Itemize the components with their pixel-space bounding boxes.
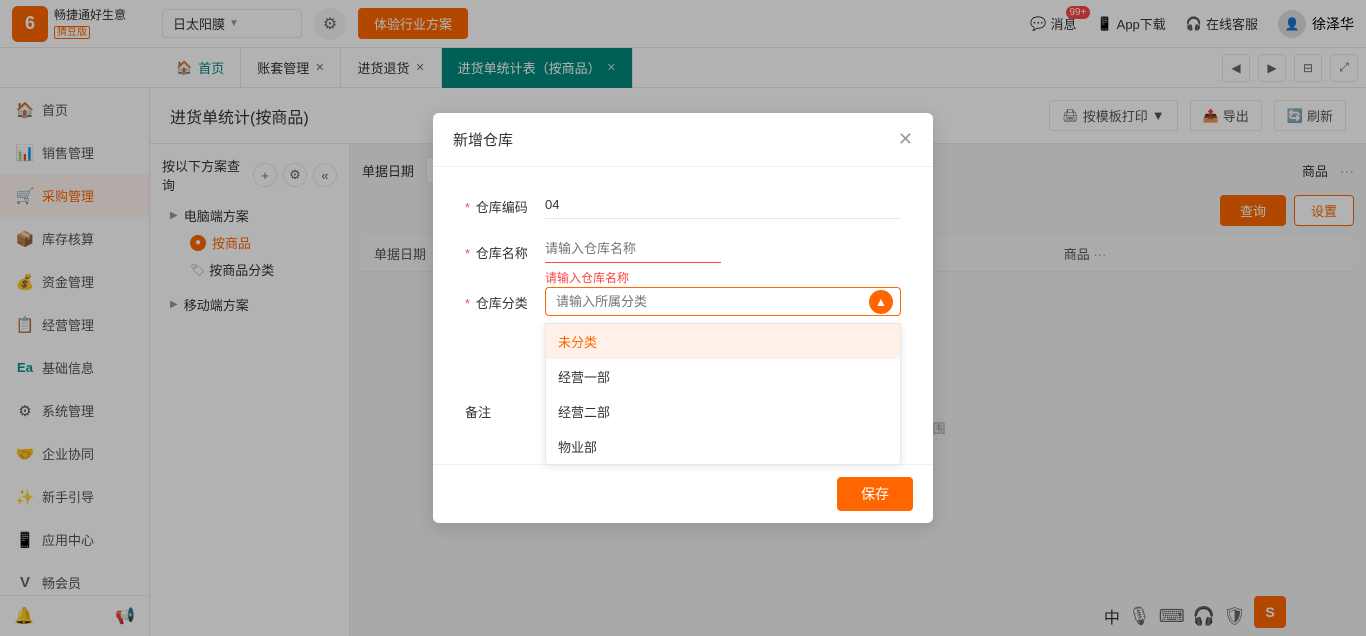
category-input[interactable] — [545, 287, 901, 316]
code-form-row: * 仓库编码 — [465, 191, 901, 219]
code-label: * 仓库编码 — [465, 191, 545, 216]
name-error-msg: 请输入仓库名称 — [545, 269, 629, 286]
modal-title: 新增仓库 — [453, 129, 513, 150]
category-dropdown-icon[interactable]: ▲ — [869, 290, 893, 314]
code-input[interactable] — [545, 191, 901, 219]
dropdown-item-unclassified[interactable]: 未分类 — [546, 324, 900, 359]
name-input-wrapper — [545, 235, 721, 263]
category-label: * 仓库分类 — [465, 287, 545, 312]
new-warehouse-modal: 新增仓库 ✕ * 仓库编码 * 仓库名称 — [433, 113, 933, 523]
modal-header: 新增仓库 ✕ — [433, 113, 933, 167]
dropdown-item-dept1[interactable]: 经营一部 — [546, 359, 900, 394]
modal-close-button[interactable]: ✕ — [898, 129, 913, 150]
name-input[interactable] — [545, 235, 721, 263]
modal-body: * 仓库编码 * 仓库名称 请输入仓库名称 — [433, 167, 933, 464]
name-form-row: * 仓库名称 请输入仓库名称 — [465, 235, 901, 263]
dropdown-item-dept2[interactable]: 经营二部 — [546, 394, 900, 429]
note-label: 备注 — [465, 396, 545, 421]
category-select-wrapper: ▲ 未分类 经营一部 经营二部 物业部 — [545, 287, 901, 316]
save-button[interactable]: 保存 — [837, 477, 913, 511]
category-dropdown: 未分类 经营一部 经营二部 物业部 — [545, 323, 901, 465]
modal-overlay: 新增仓库 ✕ * 仓库编码 * 仓库名称 — [0, 0, 1366, 636]
name-label: * 仓库名称 — [465, 237, 545, 262]
dropdown-item-dept3[interactable]: 物业部 — [546, 429, 900, 464]
category-form-row: * 仓库分类 ▲ 未分类 经营一部 经营二部 物业部 — [465, 287, 901, 316]
modal-footer: 保存 — [433, 464, 933, 523]
